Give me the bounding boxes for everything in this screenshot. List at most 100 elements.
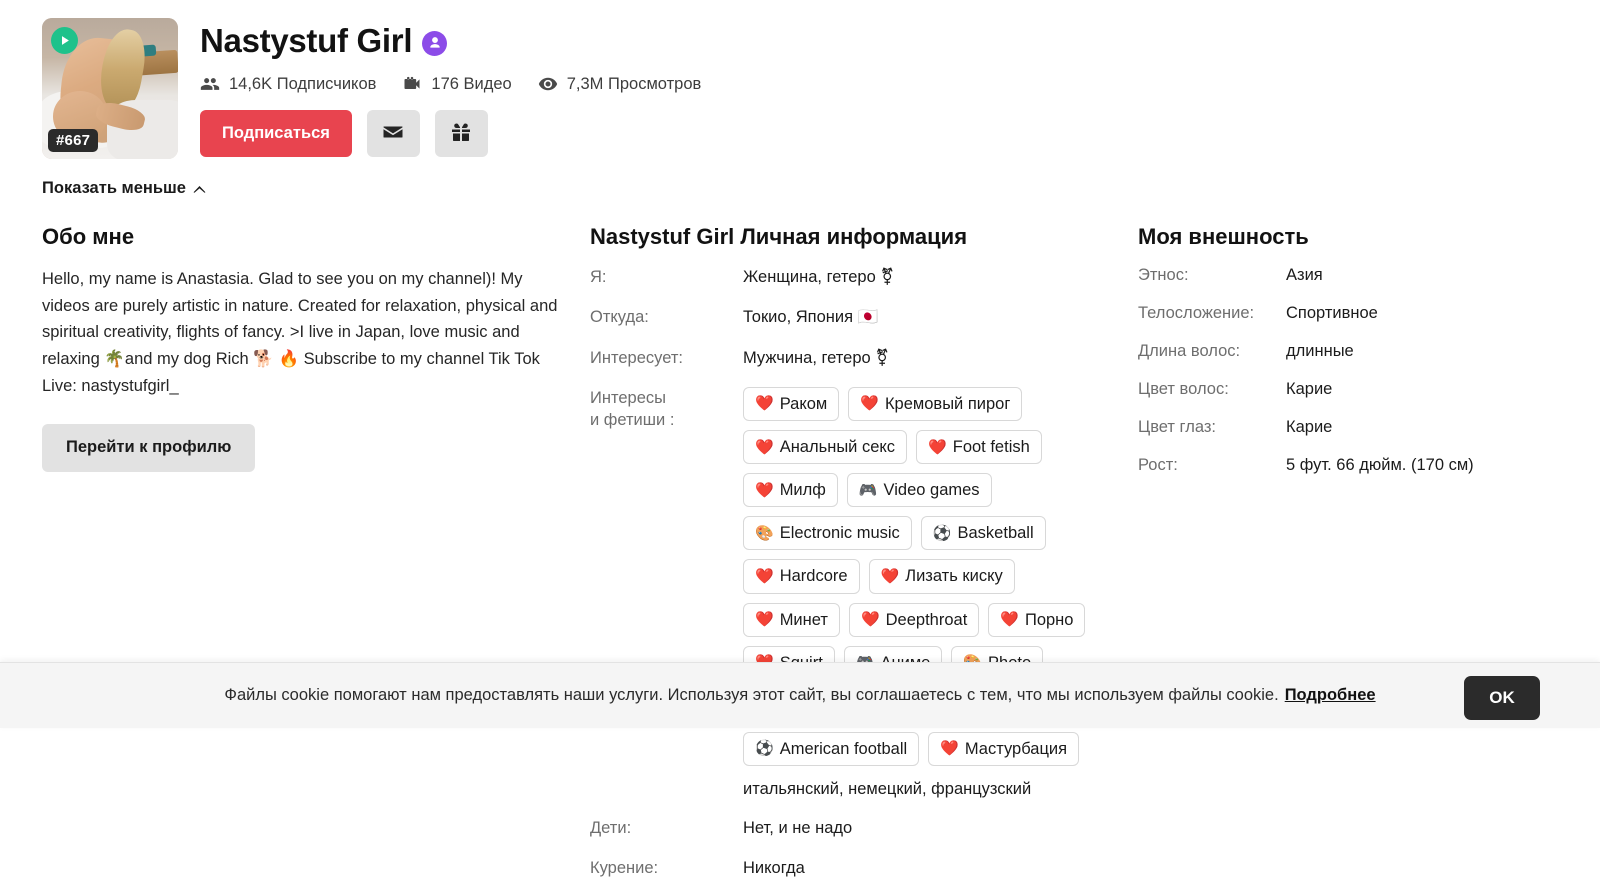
channel-stats: 14,6K Подписчиков 176 Видео 7,3M Просмот… xyxy=(200,74,701,94)
interest-tag[interactable]: ❤️ Hardcore xyxy=(743,559,860,594)
info-label: Интересует: xyxy=(590,348,683,367)
gift-icon xyxy=(449,120,473,147)
tag-label: Кремовый пирог xyxy=(884,394,1011,413)
personal-info-column: Nastystuf Girl Личная информация Я: Женщ… xyxy=(590,224,1138,894)
appearance-value: 5 фут. 66 дюйм. (170 см) xyxy=(1286,456,1474,474)
stat-videos-text: 176 Видео xyxy=(431,74,512,93)
appearance-value: Спортивное xyxy=(1286,304,1378,322)
info-row: Дети: Нет, и не надо xyxy=(590,817,1138,839)
about-bio-text: Hello, my name is Anastasia. Glad to see… xyxy=(42,270,558,395)
interest-tag[interactable]: ❤️ Мастурбация xyxy=(928,731,1080,767)
tag-label: American football xyxy=(779,739,908,758)
interest-tag[interactable]: ❤️ Порно xyxy=(988,602,1086,637)
personal-info-title: Nastystuf Girl Личная информация xyxy=(590,224,968,249)
cookie-ok-button[interactable]: OK xyxy=(1464,676,1540,720)
info-row: Я: Женщина, гетеро ⚧ xyxy=(590,266,1138,288)
gift-button[interactable] xyxy=(434,110,488,157)
tag-emoji-icon: ❤️ xyxy=(880,567,900,585)
stat-subscribers-text: 14,6K Подписчиков xyxy=(229,74,377,93)
tag-label: Минет xyxy=(779,610,828,629)
info-label: Откуда: xyxy=(590,308,649,327)
verified-user-icon xyxy=(422,30,448,56)
tag-label: Hardcore xyxy=(779,567,848,586)
interest-tag[interactable]: ❤️ Лизать киску xyxy=(868,559,1015,594)
go-to-profile-button[interactable]: Перейти к профилю xyxy=(42,423,256,472)
info-label: Я: xyxy=(590,268,607,286)
interest-tag[interactable]: ❤️ Deepthroat xyxy=(848,602,980,637)
subscribers-icon xyxy=(200,74,220,94)
interest-tag[interactable]: ⚽ Basketball xyxy=(920,516,1046,551)
info-value: Женщина, гетеро ⚧ xyxy=(743,268,895,286)
interest-tag[interactable]: ❤️ Милф xyxy=(743,473,838,508)
profile-columns: Обо мне Hello, my name is Anastasia. Gla… xyxy=(0,198,1600,894)
appearance-title: Моя внешность xyxy=(1138,224,1309,249)
page-title: Nastystuf Girl xyxy=(200,22,413,59)
appearance-row: Телосложение: Спортивное xyxy=(1138,304,1558,323)
tag-emoji-icon: ❤️ xyxy=(755,567,774,585)
message-button[interactable] xyxy=(366,110,420,157)
tag-emoji-icon: ❤️ xyxy=(1000,611,1019,629)
tag-label: Анальный секс xyxy=(779,437,896,456)
stat-views-text: 7,3M Просмотров xyxy=(566,74,702,93)
tag-emoji-icon: ⚽ xyxy=(755,740,774,758)
cookie-banner: Файлы cookie помогают нам предоставлять … xyxy=(0,662,1600,728)
rank-badge: #667 xyxy=(48,129,99,152)
tag-label: Раком xyxy=(779,394,828,413)
profile-page: #667 Nastystuf Girl 14,6K Подписчиков 17… xyxy=(0,0,1600,894)
info-label: Дети: xyxy=(590,819,632,838)
stat-videos: 176 Видео xyxy=(402,74,512,94)
appearance-value: Карие xyxy=(1286,380,1333,398)
tag-emoji-icon: 🎨 xyxy=(755,524,774,542)
tag-emoji-icon: ❤️ xyxy=(940,740,959,758)
about-title: Обо мне xyxy=(42,224,135,249)
subscribe-button[interactable]: Подписаться xyxy=(200,110,352,157)
interest-tag[interactable]: 🎨 Electronic music xyxy=(743,516,912,551)
appearance-row: Цвет глаз: Карие xyxy=(1138,418,1558,437)
appearance-row: Длина волос: длинные xyxy=(1138,342,1558,361)
about-column: Обо мне Hello, my name is Anastasia. Gla… xyxy=(42,224,590,894)
channel-header: #667 Nastystuf Girl 14,6K Подписчиков 17… xyxy=(0,0,1600,159)
tag-emoji-icon: ❤️ xyxy=(860,611,880,629)
info-value: Токио, Япония 🇯🇵 xyxy=(743,308,879,327)
info-row: Курение: Никогда xyxy=(590,857,1138,879)
tag-label: Basketball xyxy=(957,524,1034,543)
appearance-label: Длина волос: xyxy=(1138,342,1241,360)
interest-tag[interactable]: ❤️ Foot fetish xyxy=(916,429,1042,465)
interest-tag[interactable]: ❤️ Кремовый пирог xyxy=(848,386,1023,421)
interest-tag[interactable]: ❤️ Анальный секс xyxy=(743,429,908,465)
info-value: Мужчина, гетеро ⚧ xyxy=(743,348,890,367)
tag-emoji-icon: ❤️ xyxy=(755,481,774,499)
title-row: Nastystuf Girl xyxy=(200,22,701,60)
interest-tag[interactable]: ❤️ Раком xyxy=(743,386,840,421)
tag-label: Милф xyxy=(779,481,826,500)
show-less-toggle[interactable]: Показать меньше xyxy=(42,179,206,198)
interest-tag[interactable]: ⚽ American football xyxy=(743,731,920,767)
play-icon[interactable] xyxy=(51,27,78,54)
appearance-label: Цвет волос: xyxy=(1138,380,1229,398)
tag-label: Foot fetish xyxy=(952,437,1030,456)
channel-avatar[interactable]: #667 xyxy=(42,18,178,159)
interests-label: Интересы и фетиши : xyxy=(590,387,743,432)
appearance-label: Этнос: xyxy=(1138,266,1189,284)
tag-label: Video games xyxy=(883,481,980,500)
show-less-label: Показать меньше xyxy=(42,179,186,197)
info-label: Курение: xyxy=(590,859,659,878)
info-row: Интересует: Мужчина, гетеро ⚧ xyxy=(590,347,1138,369)
appearance-value: Азия xyxy=(1286,266,1323,284)
interest-tag[interactable]: 🎮 Video games xyxy=(846,473,992,508)
interest-tag[interactable]: ❤️ Минет xyxy=(743,602,840,637)
tag-emoji-icon: ❤️ xyxy=(755,611,774,629)
appearance-label: Рост: xyxy=(1138,456,1178,474)
cookie-more-link[interactable]: Подробнее xyxy=(1285,686,1376,705)
tag-label: Мастурбация xyxy=(964,739,1068,758)
tag-label: Electronic music xyxy=(779,524,900,543)
appearance-label: Цвет глаз: xyxy=(1138,418,1216,436)
interests-label-line2: и фетиши : xyxy=(590,411,675,430)
chevron-up-icon xyxy=(193,185,206,193)
eye-icon xyxy=(538,74,558,94)
cookie-banner-text: Файлы cookie помогают нам предоставлять … xyxy=(224,686,1279,704)
appearance-value: Карие xyxy=(1286,418,1333,436)
tag-emoji-icon: 🎮 xyxy=(858,481,878,499)
tag-label: Лизать киску xyxy=(905,567,1003,586)
header-actions: Подписаться xyxy=(200,110,701,157)
